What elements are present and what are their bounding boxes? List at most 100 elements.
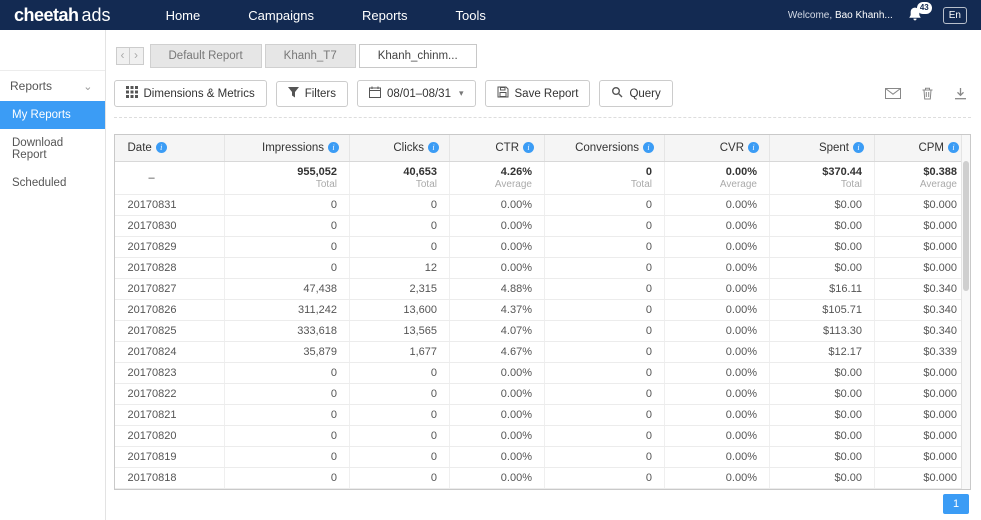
welcome-label: Welcome, (787, 9, 833, 21)
value-cell: 4.67% (449, 341, 545, 363)
download-icon[interactable] (954, 87, 967, 100)
welcome-text[interactable]: Welcome, Bao Khanh... (788, 10, 893, 21)
filters-button[interactable]: Filters (275, 80, 349, 107)
column-header-cvr[interactable]: CVR (664, 135, 770, 162)
sidebar-item-scheduled[interactable]: Scheduled (0, 169, 105, 197)
grid-icon (125, 86, 138, 101)
table-row: 20170831 0 0 0.00% 0 0.00% $0.00 $0.000 (114, 194, 970, 216)
sidebar-item-my-reports[interactable]: My Reports (0, 101, 105, 129)
value-cell: 0 (544, 194, 665, 216)
table-row: 20170826 311,242 13,600 4.37% 0 0.00% $105.71 $… (114, 299, 970, 321)
value-cell: $0.339 (874, 341, 970, 363)
date-cell: 20170823 (114, 362, 225, 384)
sidebar-item-download-report[interactable]: Download Report (0, 129, 105, 169)
value-cell: $0.340 (874, 299, 970, 321)
date-range-button[interactable]: 08/01–08/31 ▾ (357, 80, 476, 107)
table-scrollbar[interactable] (961, 135, 970, 489)
info-icon[interactable] (748, 142, 759, 153)
info-icon[interactable] (853, 142, 864, 153)
trash-icon[interactable] (921, 87, 934, 100)
column-header-cpm[interactable]: CPM (874, 135, 970, 162)
value-cell: 0 (349, 383, 450, 405)
value-cell: 0.00% (449, 467, 545, 489)
info-icon[interactable] (155, 142, 167, 153)
value-cell: 0.00% (449, 404, 545, 426)
sidebar-section-reports[interactable]: Reports ⌄ (0, 70, 105, 101)
app-logo[interactable]: cheetah ads (14, 5, 111, 26)
info-icon[interactable] (948, 142, 959, 153)
report-table: Date Impressions Clicks CTR Conversions … (113, 134, 971, 490)
value-cell: 0.00% (449, 215, 545, 237)
value-cell: 0.00% (449, 236, 545, 258)
filters-label: Filters (304, 87, 337, 100)
tab-default-report[interactable]: Default Report (149, 44, 262, 68)
email-icon[interactable] (885, 88, 901, 99)
tab-scroll-right-icon[interactable]: › (129, 47, 144, 65)
nav-item-tools[interactable]: Tools (456, 8, 486, 23)
date-cell: 20170829 (114, 236, 225, 258)
page-button-1[interactable]: 1 (943, 494, 969, 514)
column-header-ctr[interactable]: CTR (449, 135, 545, 162)
tab-scroll-left-icon[interactable]: ‹ (115, 47, 130, 65)
column-header-clicks[interactable]: Clicks (349, 135, 450, 162)
value-cell: 0 (544, 257, 665, 279)
value-cell: 0 (349, 362, 450, 384)
value-cell: $0.00 (769, 467, 875, 489)
value-cell: 13,600 (349, 299, 450, 321)
calendar-icon (369, 86, 382, 101)
value-cell: $0.00 (769, 194, 875, 216)
scrollbar-thumb[interactable] (963, 161, 969, 291)
value-cell: 0.00% (449, 362, 545, 384)
value-cell: 0 (224, 467, 350, 489)
value-cell: $0.000 (874, 362, 970, 384)
value-cell: 0 (224, 194, 350, 216)
summary-value-cell: 4.26% Average (449, 161, 545, 195)
value-cell: 0 (224, 362, 350, 384)
summary-value-cell: 40,653 Total (349, 161, 450, 195)
value-cell: 0 (349, 467, 450, 489)
language-button[interactable]: En (942, 6, 967, 24)
toolbar: Dimensions & Metrics Filters 08/01–08/31… (113, 80, 972, 107)
table-row: 20170818 0 0 0.00% 0 0.00% $0.00 $0.000 (114, 467, 970, 489)
table-body: –955,052 Total 40,653 Total 4.26% Average 0 Tot… (114, 161, 970, 489)
nav-item-campaigns[interactable]: Campaigns (248, 8, 314, 23)
column-header-date[interactable]: Date (114, 135, 225, 162)
value-cell: $0.00 (769, 425, 875, 447)
value-cell: 35,879 (224, 341, 350, 363)
value-cell: 0 (349, 425, 450, 447)
date-cell: 20170819 (114, 446, 225, 468)
toolbar-right-icons (885, 87, 967, 100)
value-cell: 0.00% (664, 467, 770, 489)
value-cell: 0.00% (664, 425, 770, 447)
report-tabs: ‹ › Default Report Khanh_T7 Khanh_chinm.… (115, 44, 972, 68)
column-header-conversions[interactable]: Conversions (544, 135, 665, 162)
column-header-impressions[interactable]: Impressions (224, 135, 350, 162)
tab-khanh-chinm[interactable]: Khanh_chinm... (358, 44, 477, 68)
value-cell: 0 (544, 362, 665, 384)
date-cell: 20170818 (114, 467, 225, 489)
notifications-button[interactable]: 43 (907, 2, 932, 24)
table-row: 20170823 0 0 0.00% 0 0.00% $0.00 $0.000 (114, 362, 970, 384)
save-report-button[interactable]: Save Report (484, 80, 591, 107)
info-icon[interactable] (428, 142, 439, 153)
value-cell: $105.71 (769, 299, 875, 321)
value-cell: 12 (349, 257, 450, 279)
date-cell: 20170826 (114, 299, 225, 321)
save-report-label: Save Report (514, 87, 579, 100)
nav-item-reports[interactable]: Reports (362, 8, 408, 23)
value-cell: 0 (544, 236, 665, 258)
value-cell: 0.00% (664, 257, 770, 279)
date-cell: 20170824 (114, 341, 225, 363)
column-header-spent[interactable]: Spent (769, 135, 875, 162)
tab-khanh-t7[interactable]: Khanh_T7 (264, 44, 356, 68)
save-icon (497, 86, 509, 101)
dimensions-metrics-button[interactable]: Dimensions & Metrics (113, 80, 267, 107)
info-icon[interactable] (328, 142, 339, 153)
info-icon[interactable] (523, 142, 534, 153)
query-button[interactable]: Query (599, 80, 673, 107)
value-cell: 0 (349, 194, 450, 216)
nav-item-home[interactable]: Home (166, 8, 201, 23)
info-icon[interactable] (643, 142, 654, 153)
date-cell: 20170822 (114, 383, 225, 405)
top-navbar: cheetah ads Home Campaigns Reports Tools … (0, 0, 981, 30)
